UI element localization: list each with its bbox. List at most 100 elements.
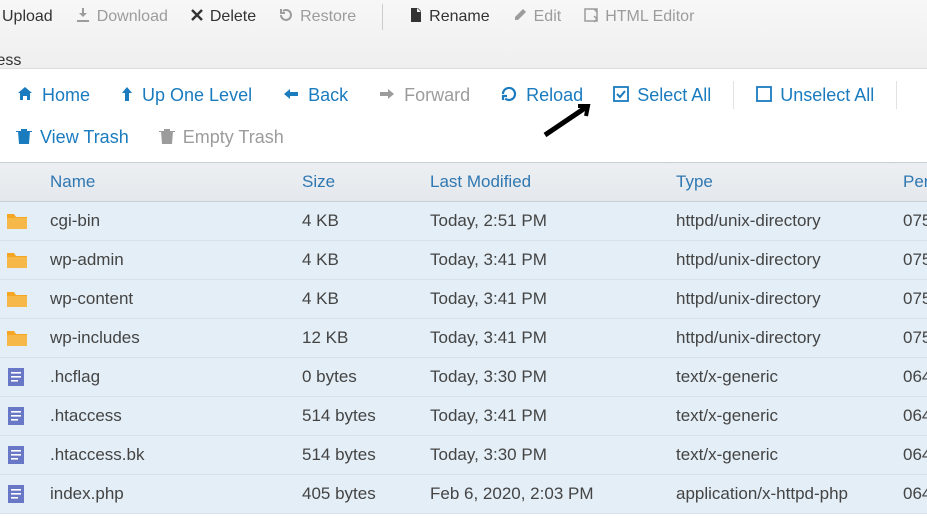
html-editor-label: HTML Editor [605, 8, 694, 26]
nav-toolbar: Home Up One Level Back Forward [16, 81, 911, 109]
home-button[interactable]: Home [16, 85, 90, 106]
restore-label: Restore [300, 8, 356, 26]
row-name: cgi-bin [40, 202, 292, 241]
row-type: httpd/unix-directory [666, 280, 893, 319]
table-row[interactable]: wp-includes12 KBToday, 3:41 PMhttpd/unix… [0, 319, 927, 358]
back-icon [282, 86, 300, 104]
row-perm: 064 [893, 358, 927, 397]
edit-button[interactable]: Edit [512, 7, 562, 28]
unselect-all-button[interactable]: Unselect All [756, 85, 874, 106]
rename-label: Rename [429, 8, 489, 26]
table-row[interactable]: wp-admin4 KBToday, 3:41 PMhttpd/unix-dir… [0, 241, 927, 280]
forward-label: Forward [404, 85, 470, 106]
row-modified: Feb 6, 2020, 2:03 PM [420, 475, 666, 514]
download-button[interactable]: Download [75, 7, 168, 28]
row-type: httpd/unix-directory [666, 241, 893, 280]
col-icon-header[interactable] [0, 163, 40, 202]
row-modified: Today, 2:51 PM [420, 202, 666, 241]
compress-label: ompress [0, 52, 21, 70]
select-all-button[interactable]: Select All [613, 85, 711, 106]
col-perm-header[interactable]: Per [893, 163, 927, 202]
row-perm: 075 [893, 319, 927, 358]
compress-button[interactable]: ompress [0, 52, 21, 70]
upload-button[interactable]: Upload [0, 7, 53, 28]
forward-icon [378, 86, 396, 104]
row-name: .hcflag [40, 358, 292, 397]
row-name: wp-content [40, 280, 292, 319]
reload-icon [500, 85, 518, 106]
table-row[interactable]: index.php405 bytesFeb 6, 2020, 2:03 PMap… [0, 475, 927, 514]
row-modified: Today, 3:41 PM [420, 397, 666, 436]
edit-icon [512, 7, 528, 28]
row-type: text/x-generic [666, 436, 893, 475]
unselect-all-icon [756, 86, 772, 105]
nav-separator [896, 81, 897, 109]
upload-label: Upload [2, 8, 53, 26]
main-toolbar: Upload Download Delete Restore [0, 0, 927, 69]
row-perm: 075 [893, 202, 927, 241]
home-icon [16, 85, 34, 106]
row-modified: Today, 3:30 PM [420, 358, 666, 397]
row-icon [0, 319, 40, 358]
row-name: .htaccess [40, 397, 292, 436]
empty-trash-button[interactable]: Empty Trash [159, 127, 284, 148]
trash-icon [16, 127, 32, 148]
row-icon [0, 358, 40, 397]
row-modified: Today, 3:30 PM [420, 436, 666, 475]
table-row[interactable]: .htaccess514 bytesToday, 3:41 PMtext/x-g… [0, 397, 927, 436]
row-icon [0, 202, 40, 241]
row-size: 12 KB [292, 319, 420, 358]
delete-button[interactable]: Delete [190, 8, 256, 27]
select-all-label: Select All [637, 85, 711, 106]
empty-trash-label: Empty Trash [183, 127, 284, 148]
up-one-level-button[interactable]: Up One Level [120, 85, 252, 106]
table-header-row: Name Size Last Modified Type Per [0, 163, 927, 202]
table-row[interactable]: .htaccess.bk514 bytesToday, 3:30 PMtext/… [0, 436, 927, 475]
row-size: 4 KB [292, 241, 420, 280]
row-perm: 075 [893, 241, 927, 280]
row-name: .htaccess.bk [40, 436, 292, 475]
row-name: index.php [40, 475, 292, 514]
row-type: text/x-generic [666, 358, 893, 397]
table-row[interactable]: wp-content4 KBToday, 3:41 PMhttpd/unix-d… [0, 280, 927, 319]
row-perm: 064 [893, 475, 927, 514]
html-editor-button[interactable]: HTML Editor [583, 7, 694, 28]
row-perm: 064 [893, 397, 927, 436]
col-name-header[interactable]: Name [40, 163, 292, 202]
reload-button[interactable]: Reload [500, 85, 583, 106]
toolbar-separator [382, 4, 383, 30]
row-size: 4 KB [292, 202, 420, 241]
edit-label: Edit [534, 8, 562, 26]
download-label: Download [97, 8, 168, 26]
table-row[interactable]: cgi-bin4 KBToday, 2:51 PMhttpd/unix-dire… [0, 202, 927, 241]
nav-separator [733, 81, 734, 109]
row-type: httpd/unix-directory [666, 319, 893, 358]
table-row[interactable]: .hcflag0 bytesToday, 3:30 PMtext/x-gener… [0, 358, 927, 397]
download-icon [75, 7, 91, 28]
row-icon [0, 241, 40, 280]
row-size: 0 bytes [292, 358, 420, 397]
home-label: Home [42, 85, 90, 106]
rename-icon [409, 7, 423, 28]
row-modified: Today, 3:41 PM [420, 241, 666, 280]
col-modified-header[interactable]: Last Modified [420, 163, 666, 202]
row-type: text/x-generic [666, 397, 893, 436]
row-name: wp-includes [40, 319, 292, 358]
row-modified: Today, 3:41 PM [420, 319, 666, 358]
row-modified: Today, 3:41 PM [420, 280, 666, 319]
col-type-header[interactable]: Type [666, 163, 893, 202]
up-label: Up One Level [142, 85, 252, 106]
back-button[interactable]: Back [282, 85, 348, 106]
unselect-all-label: Unselect All [780, 85, 874, 106]
forward-button[interactable]: Forward [378, 85, 470, 106]
row-size: 514 bytes [292, 436, 420, 475]
row-icon [0, 436, 40, 475]
view-trash-button[interactable]: View Trash [16, 127, 129, 148]
back-label: Back [308, 85, 348, 106]
file-table: Name Size Last Modified Type Per cgi-bin… [0, 162, 927, 514]
reload-label: Reload [526, 85, 583, 106]
restore-button[interactable]: Restore [278, 7, 356, 28]
col-size-header[interactable]: Size [292, 163, 420, 202]
row-perm: 064 [893, 436, 927, 475]
rename-button[interactable]: Rename [409, 7, 489, 28]
